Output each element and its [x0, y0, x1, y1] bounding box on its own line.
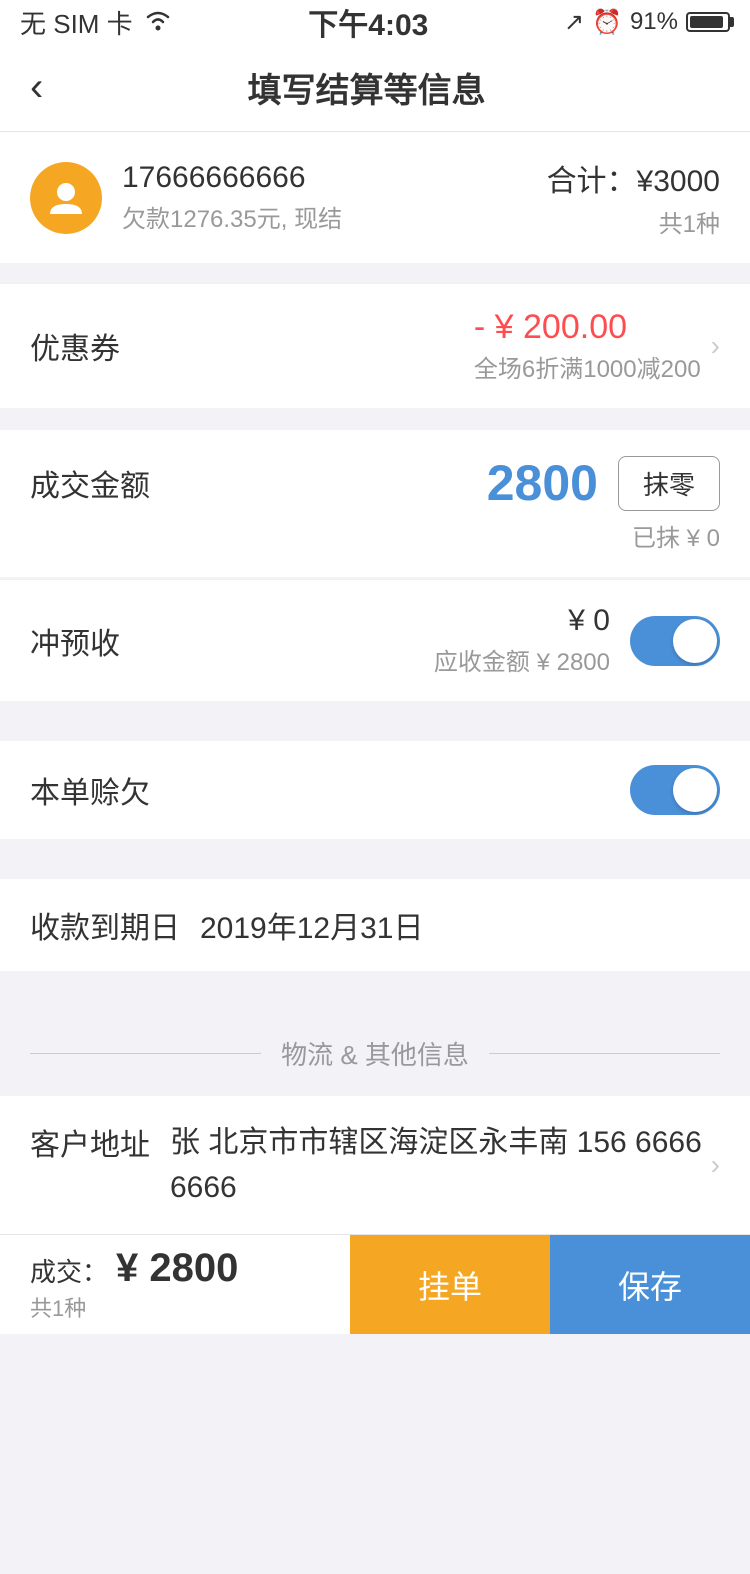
address-section[interactable]: 客户地址 张 北京市市辖区海淀区永丰南 156 6666 6666 › [0, 1096, 750, 1234]
user-icon [46, 178, 86, 218]
precollect-sub: 应收金额 ¥ 2800 [434, 642, 610, 677]
debt-label: 本单赊欠 [30, 768, 150, 812]
customer-section: 17666666666 欠款1276.35元, 现结 合计：¥3000 共1种 [0, 132, 750, 263]
duedate-row: 收款到期日 2019年12月31日 [30, 903, 720, 947]
duedate-value: 2019年12月31日 [200, 903, 423, 947]
bottom-summary: 成交： ¥ 2800 共1种 [0, 1235, 350, 1334]
save-button[interactable]: 保存 [550, 1235, 750, 1334]
deal-sub: 已抹 ¥ 0 [30, 518, 720, 553]
battery-percent: 91% [630, 8, 678, 36]
coupon-right: - ¥ 200.00 全场6折满1000减200 › [474, 308, 720, 384]
bottom-deal-amount: ¥ 2800 [116, 1246, 238, 1291]
status-left: 无 SIM 卡 [20, 4, 173, 41]
divider-line-left [30, 1053, 261, 1054]
customer-sub: 欠款1276.35元, 现结 [122, 199, 342, 234]
chevron-right-icon: › [711, 330, 720, 362]
customer-info: 17666666666 欠款1276.35元, 现结 [122, 161, 342, 234]
bottom-deal-row: 成交： ¥ 2800 [30, 1246, 350, 1291]
sim-label: 无 SIM 卡 [20, 4, 133, 41]
bottom-spacer [0, 1454, 750, 1574]
address-chevron-icon: › [711, 1149, 720, 1181]
alarm-icon: ⏰ [592, 8, 622, 37]
total-count: 共1种 [547, 204, 720, 239]
logistics-label: 物流 & 其他信息 [281, 1035, 469, 1072]
coupon-label: 优惠券 [30, 324, 120, 368]
deal-right: 2800 抹零 [487, 454, 720, 512]
deal-amount: 2800 [487, 454, 598, 512]
avatar [30, 162, 102, 234]
section-gap-3 [0, 859, 750, 879]
nav-bar: ‹ 填写结算等信息 [0, 44, 750, 132]
debt-toggle[interactable] [630, 765, 720, 815]
precollect-right: ¥ 0 应收金额 ¥ 2800 [434, 604, 720, 677]
precollect-amount-block: ¥ 0 应收金额 ¥ 2800 [434, 604, 610, 677]
precollect-toggle[interactable] [630, 616, 720, 666]
duedate-section: 收款到期日 2019年12月31日 [0, 879, 750, 971]
deal-label: 成交金额 [30, 461, 150, 505]
logistics-divider: 物流 & 其他信息 [0, 1011, 750, 1096]
total-amount: 合计：¥3000 [547, 156, 720, 200]
deal-section: 成交金额 2800 抹零 已抹 ¥ 0 [0, 430, 750, 577]
customer-left: 17666666666 欠款1276.35元, 现结 [30, 161, 342, 234]
coupon-row[interactable]: 优惠券 - ¥ 200.00 全场6折满1000减200 › [0, 283, 750, 408]
section-gap-4 [0, 991, 750, 1011]
location-icon: ↗ [564, 8, 584, 37]
customer-phone: 17666666666 [122, 161, 342, 195]
address-label: 客户地址 [30, 1120, 150, 1164]
debt-row: 本单赊欠 [30, 765, 720, 815]
section-gap-2 [0, 721, 750, 741]
precollect-label: 冲预收 [30, 619, 120, 663]
section-gap-1 [0, 410, 750, 430]
precollect-row: 冲预收 ¥ 0 应收金额 ¥ 2800 [30, 604, 720, 677]
address-left: 客户地址 张 北京市市辖区海淀区永丰南 156 6666 6666 [30, 1120, 711, 1210]
debt-section: 本单赊欠 [0, 741, 750, 839]
divider-line-right [489, 1053, 720, 1054]
page-title: 填写结算等信息 [63, 63, 670, 112]
status-right: ↗ ⏰ 91% [564, 8, 730, 37]
coupon-info: - ¥ 200.00 全场6折满1000减200 [474, 308, 701, 384]
status-bar: 无 SIM 卡 下午4:03 ↗ ⏰ 91% [0, 0, 750, 44]
toggle-knob [673, 619, 717, 663]
customer-total: 合计：¥3000 共1种 [547, 156, 720, 239]
bottom-bar: 成交： ¥ 2800 共1种 挂单 保存 [0, 1234, 750, 1334]
wifi-icon [143, 7, 173, 38]
address-row: 客户地址 张 北京市市辖区海淀区永丰南 156 6666 6666 › [30, 1120, 720, 1210]
bottom-deal-label: 成交： [30, 1252, 108, 1289]
coupon-desc: 全场6折满1000减200 [474, 349, 701, 384]
back-button[interactable]: ‹ [30, 65, 63, 110]
precollect-amount: ¥ 0 [434, 604, 610, 638]
precollect-section: 冲预收 ¥ 0 应收金额 ¥ 2800 [0, 579, 750, 701]
debt-toggle-knob [673, 768, 717, 812]
coupon-amount: - ¥ 200.00 [474, 308, 701, 347]
customer-row: 17666666666 欠款1276.35元, 现结 合计：¥3000 共1种 [30, 156, 720, 239]
hold-button[interactable]: 挂单 [350, 1235, 550, 1334]
battery-icon [686, 12, 730, 32]
bottom-count: 共1种 [30, 1291, 350, 1323]
round-zero-button[interactable]: 抹零 [618, 456, 720, 511]
status-time: 下午4:03 [308, 0, 428, 44]
deal-row: 成交金额 2800 抹零 [30, 454, 720, 512]
duedate-label: 收款到期日 [30, 903, 180, 947]
address-value: 张 北京市市辖区海淀区永丰南 156 6666 6666 [170, 1120, 711, 1210]
